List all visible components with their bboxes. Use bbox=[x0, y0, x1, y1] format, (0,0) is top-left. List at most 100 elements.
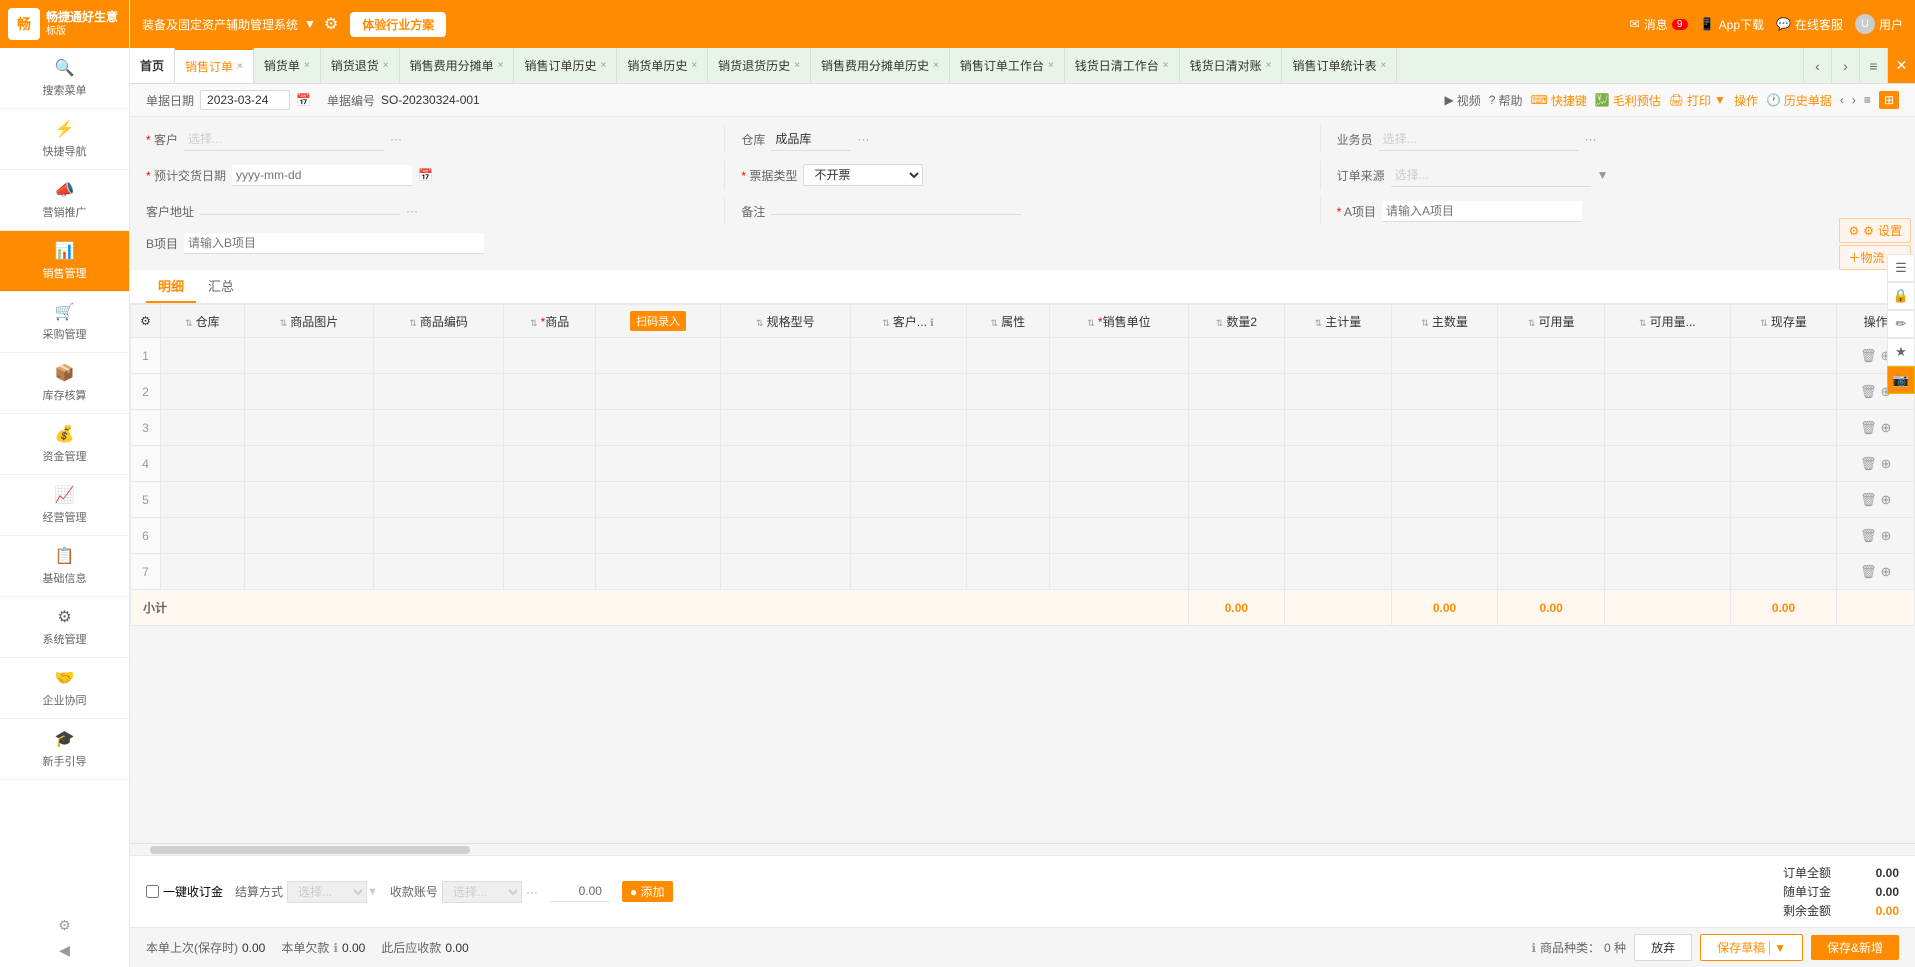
td-customer-code-1[interactable] bbox=[850, 338, 966, 374]
td-code-4[interactable] bbox=[374, 446, 504, 482]
td-image-2[interactable] bbox=[244, 374, 374, 410]
td-spec-4[interactable] bbox=[720, 446, 850, 482]
tab-close-icon[interactable]: × bbox=[304, 60, 310, 71]
td-image-3[interactable] bbox=[244, 410, 374, 446]
tab-slip-history[interactable]: 销货单历史 × bbox=[617, 48, 708, 84]
tab-close-icon[interactable]: × bbox=[794, 60, 800, 71]
td-unit-7[interactable] bbox=[1050, 554, 1189, 590]
td-spec-6[interactable] bbox=[720, 518, 850, 554]
td-code-6[interactable] bbox=[374, 518, 504, 554]
td-scan-3[interactable] bbox=[596, 410, 721, 446]
right-panel-btn-4[interactable]: ★ bbox=[1887, 338, 1915, 366]
sidebar-settings-btn[interactable]: ⚙ bbox=[58, 917, 71, 934]
td-code-3[interactable] bbox=[374, 410, 504, 446]
td-unit-2[interactable] bbox=[1050, 374, 1189, 410]
one-click-deposit-checkbox[interactable] bbox=[146, 885, 159, 898]
td-available2-2[interactable] bbox=[1604, 374, 1730, 410]
delete-row-icon-4[interactable]: 🗑 bbox=[1860, 456, 1877, 472]
td-spec-1[interactable] bbox=[720, 338, 850, 374]
tab-close-icon[interactable]: × bbox=[237, 61, 243, 72]
right-panel-btn-1[interactable]: ☰ bbox=[1887, 254, 1915, 282]
tab-sales-fee[interactable]: 销售费用分摊单 × bbox=[400, 48, 515, 84]
view-toggle-grid[interactable]: ⊞ bbox=[1879, 91, 1899, 109]
app-download-btn[interactable]: 📱 App下载 bbox=[1700, 16, 1764, 33]
delete-row-icon-7[interactable]: 🗑 bbox=[1860, 564, 1877, 580]
remark-input[interactable] bbox=[771, 208, 1021, 215]
td-main-unit-5[interactable] bbox=[1285, 482, 1392, 518]
b-project-input[interactable] bbox=[184, 233, 484, 254]
td-scan-4[interactable] bbox=[596, 446, 721, 482]
tab-nav-next[interactable]: › bbox=[1831, 48, 1859, 84]
td-qty2-1[interactable] bbox=[1188, 338, 1284, 374]
operation-btn[interactable]: 操作 bbox=[1734, 92, 1758, 109]
tab-sales-order[interactable]: 销售订单 × bbox=[175, 48, 254, 84]
account-select[interactable]: 选择... bbox=[442, 881, 522, 903]
td-qty2-7[interactable] bbox=[1188, 554, 1284, 590]
th-scan[interactable]: 扫码录入 bbox=[596, 305, 721, 338]
td-main-qty-7[interactable] bbox=[1391, 554, 1498, 590]
td-qty2-6[interactable] bbox=[1188, 518, 1284, 554]
delete-row-icon-3[interactable]: 🗑 bbox=[1860, 420, 1877, 436]
discard-btn[interactable]: 放弃 bbox=[1634, 934, 1692, 961]
sidebar-collapse-btn[interactable]: ◀ bbox=[59, 942, 70, 959]
td-scan-1[interactable] bbox=[596, 338, 721, 374]
copy-row-icon-3[interactable]: ⊕ bbox=[1880, 420, 1891, 436]
td-code-7[interactable] bbox=[374, 554, 504, 590]
account-more-icon[interactable]: ··· bbox=[526, 885, 538, 899]
td-product-7[interactable] bbox=[503, 554, 596, 590]
pagination-next[interactable]: › bbox=[1852, 93, 1856, 107]
sidebar-item-finance[interactable]: 💰 资金管理 bbox=[0, 414, 129, 475]
tab-close-icon[interactable]: × bbox=[1380, 60, 1386, 71]
td-stock-2[interactable] bbox=[1730, 374, 1837, 410]
settings-action-btn[interactable]: ⚙ ⚙ 设置 bbox=[1839, 218, 1911, 243]
print-btn[interactable]: 🖨 打印 ▼ bbox=[1669, 92, 1726, 109]
td-spec-5[interactable] bbox=[720, 482, 850, 518]
online-service-btn[interactable]: 💬 在线客服 bbox=[1776, 16, 1843, 33]
tab-daily-workbench[interactable]: 钱货日清工作台 × bbox=[1065, 48, 1180, 84]
td-stock-7[interactable] bbox=[1730, 554, 1837, 590]
td-scan-5[interactable] bbox=[596, 482, 721, 518]
td-available-1[interactable] bbox=[1498, 338, 1605, 374]
td-image-5[interactable] bbox=[244, 482, 374, 518]
sidebar-item-guide[interactable]: 🎓 新手引导 bbox=[0, 719, 129, 780]
tab-close-icon[interactable]: × bbox=[933, 60, 939, 71]
industry-btn[interactable]: 体验行业方案 bbox=[350, 12, 446, 37]
td-main-unit-4[interactable] bbox=[1285, 446, 1392, 482]
invoice-type-select[interactable]: 不开票 bbox=[803, 164, 923, 186]
td-unit-3[interactable] bbox=[1050, 410, 1189, 446]
td-attr-1[interactable] bbox=[966, 338, 1050, 374]
th-settings[interactable]: ⚙ bbox=[131, 305, 161, 338]
sidebar-item-basic-info[interactable]: 📋 基础信息 bbox=[0, 536, 129, 597]
td-available2-6[interactable] bbox=[1604, 518, 1730, 554]
delete-row-icon-1[interactable]: 🗑 bbox=[1860, 348, 1877, 364]
sidebar-item-shortcut[interactable]: ⚡ 快捷导航 bbox=[0, 109, 129, 170]
tab-sales-slip[interactable]: 销货单 × bbox=[254, 48, 321, 84]
td-available2-7[interactable] bbox=[1604, 554, 1730, 590]
sidebar-item-system[interactable]: ⚙ 系统管理 bbox=[0, 597, 129, 658]
tab-nav-prev[interactable]: ‹ bbox=[1803, 48, 1831, 84]
a-project-input[interactable] bbox=[1382, 201, 1582, 222]
td-available2-4[interactable] bbox=[1604, 446, 1730, 482]
deposit-amount[interactable]: 0.00 bbox=[550, 881, 610, 902]
td-main-unit-1[interactable] bbox=[1285, 338, 1392, 374]
td-scan-7[interactable] bbox=[596, 554, 721, 590]
copy-row-icon-4[interactable]: ⊕ bbox=[1880, 456, 1891, 472]
td-available-3[interactable] bbox=[1498, 410, 1605, 446]
td-warehouse-6[interactable] bbox=[161, 518, 245, 554]
pagination-prev[interactable]: ‹ bbox=[1840, 93, 1844, 107]
td-warehouse-3[interactable] bbox=[161, 410, 245, 446]
td-attr-6[interactable] bbox=[966, 518, 1050, 554]
td-image-1[interactable] bbox=[244, 338, 374, 374]
order-source-placeholder[interactable]: 选择... bbox=[1391, 163, 1591, 187]
td-attr-4[interactable] bbox=[966, 446, 1050, 482]
save-draft-dropdown-icon[interactable]: ▼ bbox=[1769, 941, 1786, 955]
td-customer-code-6[interactable] bbox=[850, 518, 966, 554]
right-panel-btn-5[interactable]: 📷 bbox=[1887, 366, 1915, 394]
customer-more-icon[interactable]: ··· bbox=[390, 132, 402, 146]
message-btn[interactable]: ✉ 消息 9 bbox=[1630, 16, 1688, 33]
tab-daily-reconcile[interactable]: 钱货日清对账 × bbox=[1180, 48, 1283, 84]
sidebar-item-business[interactable]: 📈 经营管理 bbox=[0, 475, 129, 536]
td-customer-code-7[interactable] bbox=[850, 554, 966, 590]
shortcut-btn[interactable]: ⌨ 快捷键 bbox=[1530, 92, 1586, 109]
delete-row-icon-5[interactable]: 🗑 bbox=[1860, 492, 1877, 508]
